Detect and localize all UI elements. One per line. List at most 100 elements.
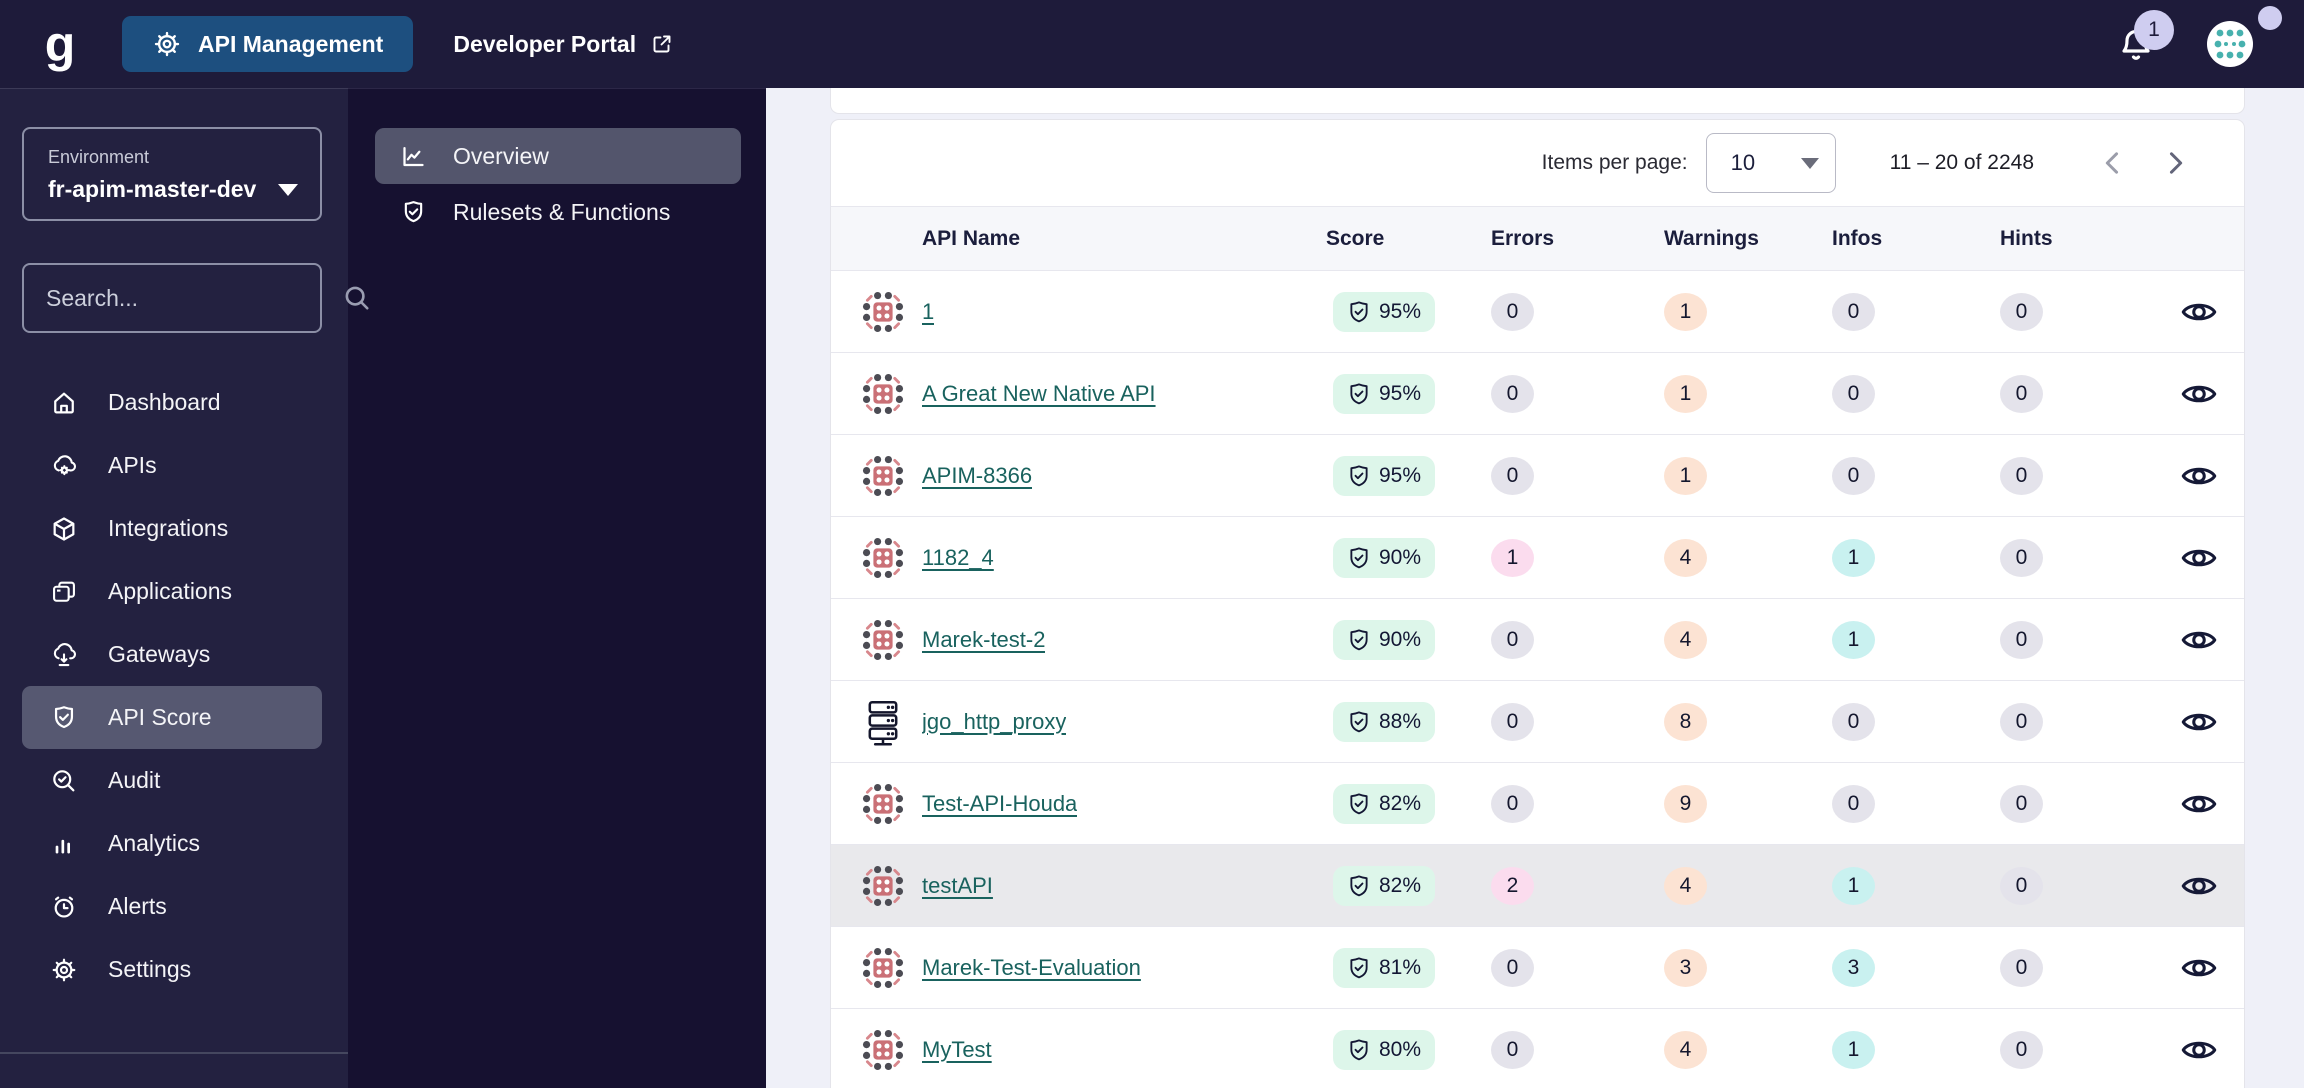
api-name-link[interactable]: APIM-8366 [922, 463, 1032, 489]
notification-count-badge: 1 [2134, 10, 2174, 50]
score-value: 95% [1379, 382, 1421, 406]
app-root: g API Management Developer Portal 1 Envi… [0, 0, 2304, 1088]
sidebar-item-audit[interactable]: Audit [22, 749, 322, 812]
next-page-button[interactable] [2152, 140, 2198, 186]
score-badge: 88% [1333, 702, 1435, 742]
shield-check-icon [1347, 546, 1371, 570]
api-name-link[interactable]: Test-API-Houda [922, 791, 1077, 817]
hints-chip: 0 [2000, 1031, 2043, 1069]
view-details-button[interactable] [2176, 289, 2222, 335]
warnings-chip: 1 [1664, 293, 1707, 331]
subnav-item-rulesets[interactable]: Rulesets & Functions [375, 184, 741, 240]
table-row: Marek-Test-Evaluation 81% 0 3 3 0 [831, 927, 2244, 1009]
sidebar-item-dashboard[interactable]: Dashboard [22, 371, 322, 434]
api-name-link[interactable]: jgo_http_proxy [922, 709, 1066, 735]
infos-chip: 3 [1832, 949, 1875, 987]
sidebar-item-label: APIs [108, 452, 157, 479]
primary-nav: Dashboard APIs Integrations Applications… [22, 371, 322, 1001]
infos-chip: 0 [1832, 293, 1875, 331]
api-name-link[interactable]: 1 [922, 299, 934, 325]
eye-icon [2178, 455, 2220, 497]
eye-icon [2178, 619, 2220, 661]
table-row: APIM-8366 95% 0 1 0 0 [831, 435, 2244, 517]
hints-chip: 0 [2000, 293, 2043, 331]
view-details-button[interactable] [2176, 1027, 2222, 1073]
sidebar-item-apis[interactable]: APIs [22, 434, 322, 497]
shield-check-icon [1347, 464, 1371, 488]
top-bar: g API Management Developer Portal 1 [0, 0, 2304, 88]
shield-check-icon [1347, 874, 1371, 898]
api-name-link[interactable]: A Great New Native API [922, 381, 1156, 407]
sidebar-item-applications[interactable]: Applications [22, 560, 322, 623]
search-icon [342, 283, 372, 313]
user-avatar[interactable] [2206, 20, 2254, 68]
api-dots-icon [859, 1026, 907, 1074]
sidebar-item-integrations[interactable]: Integrations [22, 497, 322, 560]
api-dots-icon [859, 944, 907, 992]
view-details-button[interactable] [2176, 699, 2222, 745]
secondary-sidebar: Overview Rulesets & Functions [348, 88, 766, 1088]
score-badge: 95% [1333, 374, 1435, 414]
sidebar-item-alerts[interactable]: Alerts [22, 875, 322, 938]
notifications-button[interactable]: 1 [2110, 16, 2162, 72]
shield-check-icon [1347, 956, 1371, 980]
warnings-chip: 4 [1664, 539, 1707, 577]
eye-icon [2178, 947, 2220, 989]
previous-page-button[interactable] [2090, 140, 2136, 186]
column-header-warnings: Warnings [1664, 227, 1832, 251]
sidebar-item-label: Alerts [108, 893, 167, 920]
cloud-gear-icon [50, 452, 78, 480]
warnings-chip: 3 [1664, 949, 1707, 987]
score-value: 82% [1379, 792, 1421, 816]
api-name-link[interactable]: Marek-test-2 [922, 627, 1045, 653]
score-value: 82% [1379, 874, 1421, 898]
hints-chip: 0 [2000, 703, 2043, 741]
api-name-link[interactable]: MyTest [922, 1037, 992, 1063]
errors-chip: 0 [1491, 703, 1534, 741]
developer-portal-button[interactable]: Developer Portal [427, 16, 700, 72]
items-per-page-label: Items per page: [1542, 151, 1688, 175]
view-details-button[interactable] [2176, 453, 2222, 499]
server-rack-icon [859, 698, 907, 746]
infos-chip: 1 [1832, 621, 1875, 659]
view-details-button[interactable] [2176, 371, 2222, 417]
score-badge: 95% [1333, 292, 1435, 332]
score-badge: 82% [1333, 784, 1435, 824]
view-details-button[interactable] [2176, 535, 2222, 581]
warnings-chip: 8 [1664, 703, 1707, 741]
score-badge: 90% [1333, 538, 1435, 578]
score-value: 95% [1379, 464, 1421, 488]
score-value: 81% [1379, 956, 1421, 980]
sidebar-item-gateways[interactable]: Gateways [22, 623, 322, 686]
environment-value: fr-apim-master-dev [48, 176, 256, 203]
environment-selector[interactable]: Environment fr-apim-master-dev [22, 127, 322, 221]
errors-chip: 0 [1491, 949, 1534, 987]
sidebar-item-settings[interactable]: Settings [22, 938, 322, 1001]
page-size-select[interactable]: 10 [1706, 133, 1836, 193]
hints-chip: 0 [2000, 621, 2043, 659]
sidebar-item-analytics[interactable]: Analytics [22, 812, 322, 875]
infos-chip: 0 [1832, 375, 1875, 413]
sidebar-item-label: API Score [108, 704, 212, 731]
column-header-score: Score [1326, 227, 1491, 251]
line-chart-icon [400, 143, 427, 170]
api-name-link[interactable]: Marek-Test-Evaluation [922, 955, 1141, 981]
api-name-link[interactable]: testAPI [922, 873, 993, 899]
subnav-item-overview[interactable]: Overview [375, 128, 741, 184]
warnings-chip: 1 [1664, 457, 1707, 495]
sidebar-item-api-score[interactable]: API Score [22, 686, 322, 749]
status-dot [2258, 6, 2282, 30]
view-details-button[interactable] [2176, 863, 2222, 909]
api-dots-icon [859, 370, 907, 418]
external-link-icon [650, 32, 674, 56]
gravitee-logo: g [38, 19, 82, 69]
view-details-button[interactable] [2176, 945, 2222, 991]
warnings-chip: 1 [1664, 375, 1707, 413]
column-header-infos: Infos [1832, 227, 2000, 251]
api-name-link[interactable]: 1182_4 [922, 545, 994, 571]
view-details-button[interactable] [2176, 617, 2222, 663]
view-details-button[interactable] [2176, 781, 2222, 827]
api-management-button[interactable]: API Management [122, 16, 413, 72]
sidebar-item-label: Applications [108, 578, 232, 605]
search-input[interactable] [46, 285, 342, 312]
